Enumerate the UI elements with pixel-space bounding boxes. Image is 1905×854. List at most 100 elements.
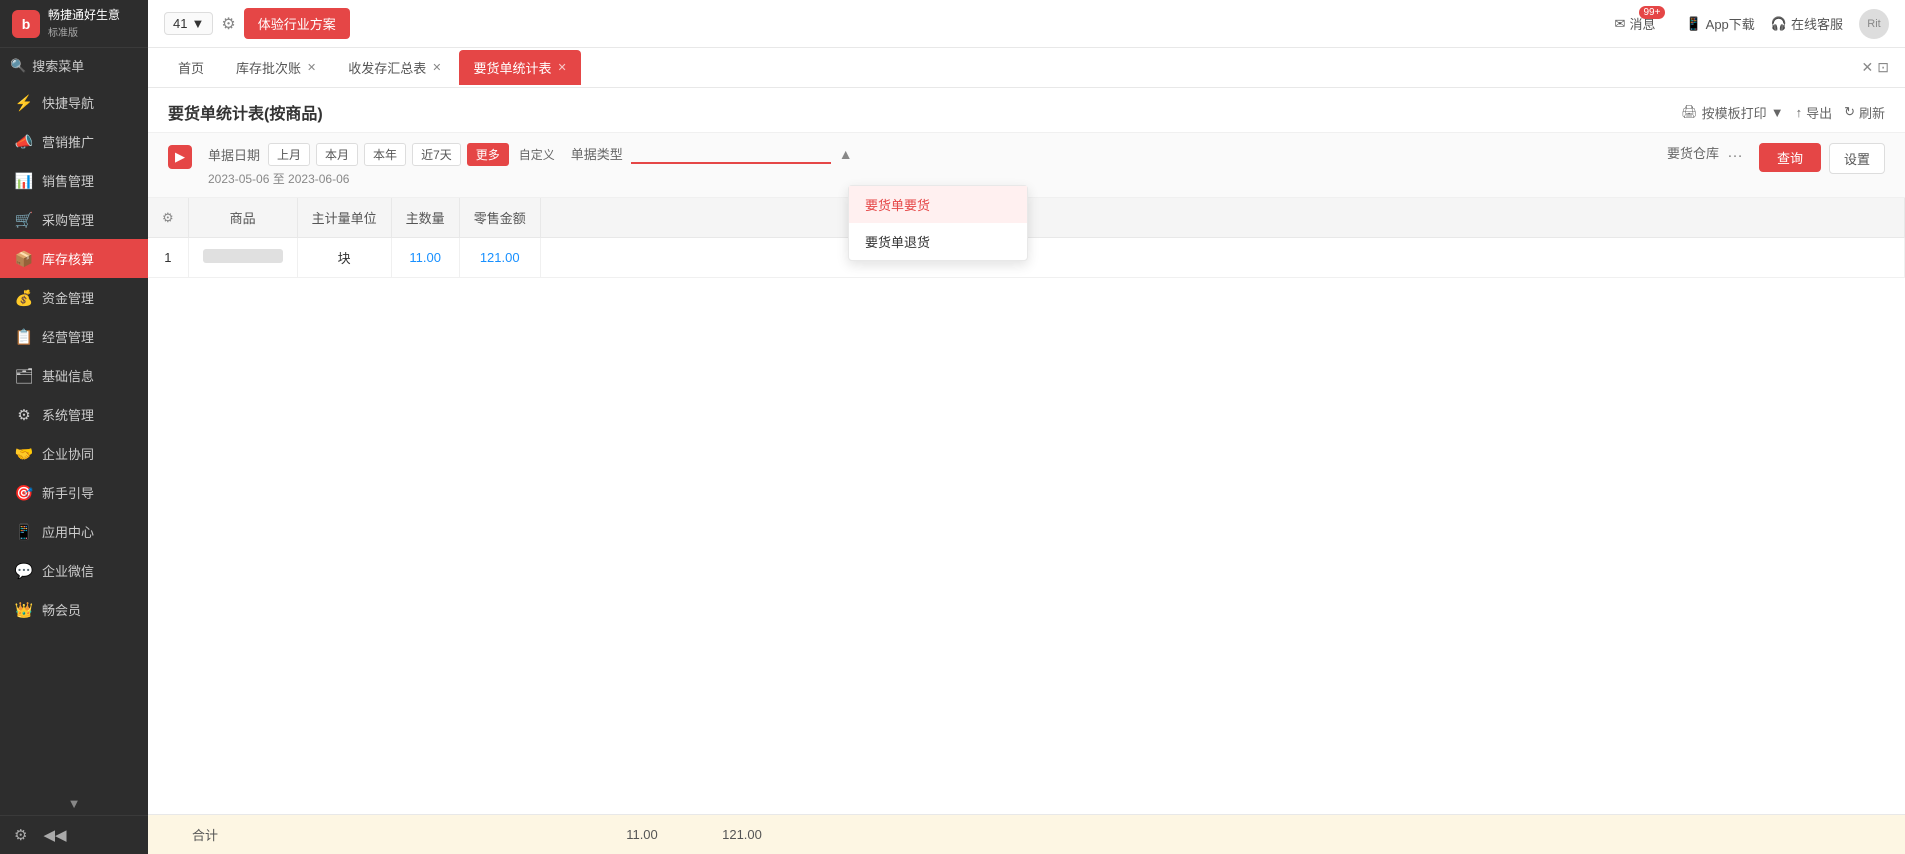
th-extra <box>540 198 1904 238</box>
date-quick-btns: 上月 本月 本年 近7天 更多 自定义 <box>268 143 555 166</box>
sidebar-item-app-center[interactable]: 📱 应用中心 <box>0 512 148 551</box>
tabs-bar: 首页 库存批次账 ✕ 收发存汇总表 ✕ 要货单统计表 ✕ ✕ ⊡ <box>148 48 1905 88</box>
refresh-icon: ↻ <box>1844 104 1855 120</box>
dropdown-item-order-return[interactable]: 要货单退货 <box>849 223 1027 260</box>
type-filter-dropdown-icon[interactable]: ▲ <box>839 146 853 162</box>
operations-icon: 📋 <box>14 328 34 346</box>
sidebar-item-quick-nav[interactable]: ⚡ 快捷导航 <box>0 83 148 122</box>
search-menu[interactable]: 🔍 搜索菜单 <box>0 48 148 83</box>
date-btn-7days[interactable]: 近7天 <box>412 143 461 166</box>
topbar: 41 ▼ ⚙ 体验行业方案 ✉ 消息 99+ 📱 App下载 🎧 在线客服 <box>148 0 1905 48</box>
filter-expand-btn[interactable]: ▶ <box>168 145 192 169</box>
industry-btn[interactable]: 体验行业方案 <box>244 8 350 39</box>
th-unit: 主计量单位 <box>297 198 391 238</box>
sidebar-item-label: 资金管理 <box>42 288 94 307</box>
logo-icon: b <box>12 10 40 38</box>
column-settings-icon[interactable]: ⚙ <box>162 210 174 225</box>
td-extra <box>540 238 1904 278</box>
sidebar-item-finance[interactable]: 💰 资金管理 <box>0 278 148 317</box>
type-filter-label: 单据类型 <box>571 144 623 163</box>
tab-inventory-batch[interactable]: 库存批次账 ✕ <box>222 50 330 85</box>
export-icon: ↑ <box>1796 105 1803 120</box>
query-btn[interactable]: 查询 <box>1759 143 1821 172</box>
sidebar-item-sales[interactable]: 📊 销售管理 <box>0 161 148 200</box>
filter-warehouse-group: 要货仓库 … <box>1667 143 1743 162</box>
headphone-icon: 🎧 <box>1771 16 1787 32</box>
tab-close-inventory-batch[interactable]: ✕ <box>307 61 316 74</box>
date-btn-this-month[interactable]: 本月 <box>316 143 358 166</box>
qty-link[interactable]: 11.00 <box>409 250 441 265</box>
tab-home-label: 首页 <box>178 58 204 77</box>
tabs-controls: ✕ ⊡ <box>1862 59 1889 76</box>
sidebar-scroll-down[interactable]: ▼ <box>0 792 148 815</box>
footer-amount: 121.00 <box>692 827 792 842</box>
app-download-label: App下载 <box>1706 14 1755 33</box>
date-btn-custom[interactable]: 自定义 <box>519 146 555 163</box>
search-icon: 🔍 <box>10 58 26 74</box>
user-avatar: Rit <box>1859 9 1889 39</box>
tab-close-order-stats[interactable]: ✕ <box>558 61 567 74</box>
app-download-item[interactable]: 📱 App下载 <box>1685 14 1754 33</box>
refresh-action[interactable]: ↻ 刷新 <box>1844 103 1885 122</box>
sidebar-bottom: ⚙ ◀◀ <box>0 815 148 854</box>
print-action[interactable]: 🖨 按模板打印 ▼ <box>1681 103 1783 122</box>
topbar-gear-icon[interactable]: ⚙ <box>221 14 235 34</box>
search-menu-label: 搜索菜单 <box>32 56 84 75</box>
sidebar-nav: ⚡ 快捷导航 📣 营销推广 📊 销售管理 🛒 采购管理 📦 库存核算 💰 资金管… <box>0 83 148 792</box>
sidebar-item-label: 企业协同 <box>42 444 94 463</box>
page-header: 要货单统计表(按商品) 🖨 按模板打印 ▼ ↑ 导出 ↻ 刷新 <box>148 88 1905 133</box>
company-selector[interactable]: 41 ▼ <box>164 12 213 35</box>
app-logo: b 畅捷通好生意 标准版 <box>0 0 148 48</box>
print-icon: 🖨 <box>1681 104 1698 120</box>
sidebar-item-enterprise[interactable]: 🤝 企业协同 <box>0 434 148 473</box>
type-dropdown: 要货单要货 要货单退货 <box>848 185 1028 261</box>
settings-bottom-icon[interactable]: ⚙ <box>14 826 27 844</box>
user-avatar-item[interactable]: Rit <box>1859 9 1889 39</box>
sidebar-item-system[interactable]: ⚙ 系统管理 <box>0 395 148 434</box>
date-btn-this-year[interactable]: 本年 <box>364 143 406 166</box>
sidebar-item-basic[interactable]: 🗂 基础信息 <box>0 356 148 395</box>
tabs-expand-icon[interactable]: ⊡ <box>1877 59 1889 76</box>
filter-type-group: 单据类型 ▲ <box>571 143 1651 164</box>
sidebar-item-wechat[interactable]: 💬 企业微信 <box>0 551 148 590</box>
export-action[interactable]: ↑ 导出 <box>1796 103 1833 122</box>
settings-btn[interactable]: 设置 <box>1829 143 1885 174</box>
company-value: 41 <box>173 16 187 31</box>
tab-close-collect-summary[interactable]: ✕ <box>432 61 441 74</box>
sidebar-item-marketing[interactable]: 📣 营销推广 <box>0 122 148 161</box>
collapse-icon[interactable]: ◀◀ <box>43 826 66 844</box>
user-name: Rit <box>1867 18 1880 30</box>
dropdown-item-order-goods[interactable]: 要货单要货 <box>849 186 1027 223</box>
amount-link[interactable]: 121.00 <box>480 250 520 265</box>
filter-actions: 查询 设置 <box>1759 143 1885 174</box>
date-btn-last-month[interactable]: 上月 <box>268 143 310 166</box>
online-service-label: 在线客服 <box>1791 14 1843 33</box>
sidebar-item-label: 新手引导 <box>42 483 94 502</box>
tab-home[interactable]: 首页 <box>164 50 218 85</box>
th-settings: ⚙ <box>148 198 188 238</box>
chevron-down-icon: ▼ <box>191 16 204 31</box>
online-service-item[interactable]: 🎧 在线客服 <box>1771 14 1843 33</box>
tab-collect-summary[interactable]: 收发存汇总表 ✕ <box>334 50 455 85</box>
sidebar-item-label: 库存核算 <box>42 249 94 268</box>
messages-item[interactable]: ✉ 消息 99+ <box>1615 14 1656 33</box>
type-filter-input[interactable] <box>631 143 831 164</box>
app-sub: 标准版 <box>48 24 120 39</box>
sidebar-item-inventory[interactable]: 📦 库存核算 <box>0 239 148 278</box>
sidebar-item-member[interactable]: 👑 畅会员 <box>0 590 148 629</box>
sidebar-item-label: 销售管理 <box>42 171 94 190</box>
tab-order-stats[interactable]: 要货单统计表 ✕ <box>459 50 580 85</box>
purchase-icon: 🛒 <box>14 211 34 229</box>
footer-label: 合计 <box>162 825 592 844</box>
sidebar-item-operations[interactable]: 📋 经营管理 <box>0 317 148 356</box>
tabs-close-all-icon[interactable]: ✕ <box>1862 59 1874 76</box>
sidebar-item-purchase[interactable]: 🛒 采购管理 <box>0 200 148 239</box>
date-btn-more[interactable]: 更多 <box>467 143 509 166</box>
footer-qty: 11.00 <box>592 827 692 842</box>
app-center-icon: 📱 <box>14 523 34 541</box>
sidebar-item-label: 营销推广 <box>42 132 94 151</box>
warehouse-more-icon[interactable]: … <box>1727 144 1743 162</box>
sidebar-item-label: 经营管理 <box>42 327 94 346</box>
sidebar-item-guide[interactable]: 🎯 新手引导 <box>0 473 148 512</box>
basic-icon: 🗂 <box>14 367 34 385</box>
